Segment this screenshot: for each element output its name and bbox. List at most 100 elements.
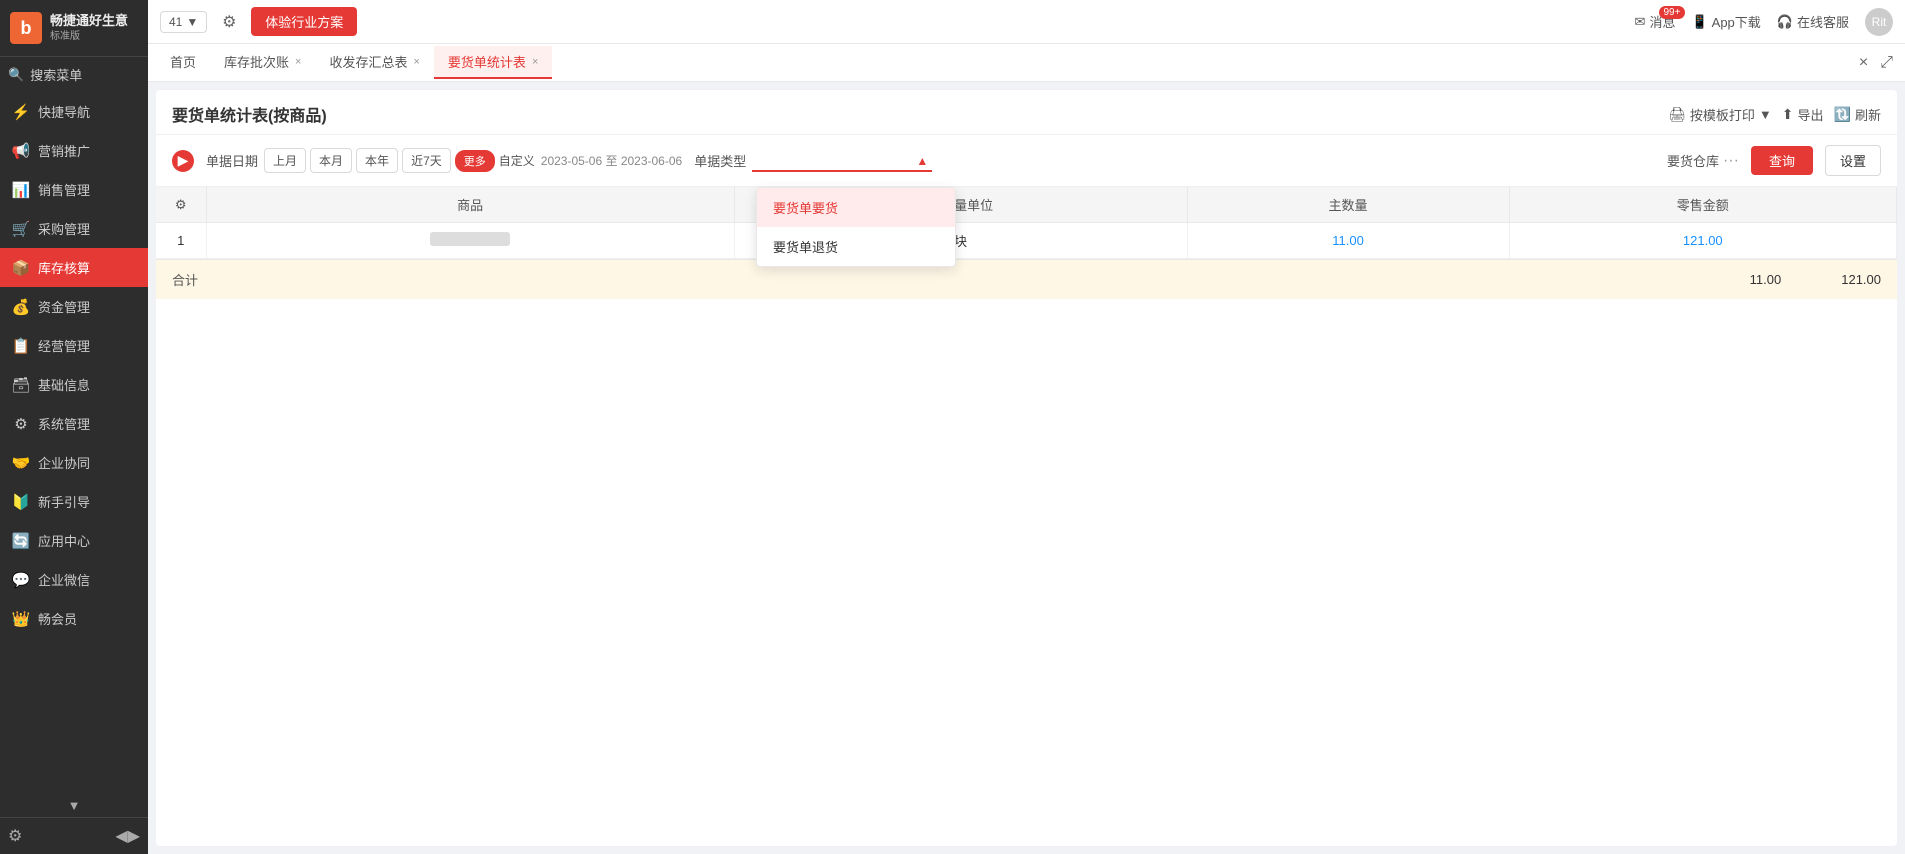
search-icon: 🔍 (8, 67, 24, 83)
member-icon: 👑 (12, 610, 30, 628)
table-row: 1 块 11.00 121.00 (156, 223, 1897, 259)
date-btn-this-year[interactable]: 本年 (356, 148, 398, 173)
trial-button[interactable]: 体验行业方案 (251, 7, 357, 36)
sidebar-item-marketing[interactable]: 📢 营销推广 (0, 131, 148, 170)
purchase-icon: 🛒 (12, 220, 30, 238)
quick-nav-icon: ⚡ (12, 103, 30, 121)
filter-bar: ▶ 单据日期 上月 本月 本年 近7天 更多 自定义 2023-05-06 至 … (156, 135, 1897, 187)
tab-home[interactable]: 首页 (156, 46, 210, 79)
system-icon: ⚙ (12, 415, 30, 433)
table-col-quantity: 主数量 (1187, 187, 1509, 223)
sidebar-search[interactable]: 🔍 搜索菜单 (0, 57, 148, 92)
marketing-icon: 📢 (12, 142, 30, 160)
tab-close-collect-summary[interactable]: × (413, 56, 419, 68)
sidebar-item-basic[interactable]: 🗃 基础信息 (0, 365, 148, 404)
sidebar-nav: ⚡ 快捷导航 📢 营销推广 📊 销售管理 🛒 采购管理 📦 库存核算 💰 (0, 92, 148, 794)
sidebar-item-sales[interactable]: 📊 销售管理 (0, 170, 148, 209)
sidebar-footer: ⚙ ◀▶ (0, 817, 148, 854)
sidebar-item-system[interactable]: ⚙ 系统管理 (0, 404, 148, 443)
tabs-actions: × ⤢ (1855, 52, 1897, 74)
table-settings-icon[interactable]: ⚙ (168, 197, 194, 213)
settings-icon[interactable]: ⚙ (8, 826, 22, 846)
print-button[interactable]: 🖨 按模板打印 ▼ (1668, 105, 1772, 124)
sidebar-item-enterprise[interactable]: 🤝 企业协同 (0, 443, 148, 482)
dropdown-item-return[interactable]: 要货单退货 (757, 227, 955, 266)
date-custom-btn[interactable]: 自定义 (499, 152, 535, 169)
tabs-bar: 首页 库存批次账 × 收发存汇总表 × 要货单统计表 × × ⤢ (148, 44, 1905, 82)
wechat-icon: 💬 (12, 571, 30, 589)
export-icon: ⬆ (1782, 106, 1794, 123)
tab-inventory-batch[interactable]: 库存批次账 × (210, 46, 315, 79)
tabs-close-all-button[interactable]: × (1855, 52, 1872, 74)
dropdown-item-yaohuo[interactable]: 要货单要货 (757, 188, 955, 227)
table-col-amount: 零售金额 (1509, 187, 1896, 223)
sidebar-item-guide[interactable]: 🔰 新手引导 (0, 482, 148, 521)
date-btn-last-7[interactable]: 近7天 (402, 148, 451, 173)
footer-amount: 121.00 (1841, 272, 1881, 287)
app-download-button[interactable]: 📱 App下载 (1691, 12, 1760, 31)
data-table: ⚙ 商品 主计量单位 主数量 零售金额 1 (156, 187, 1897, 259)
filter-type-label: 单据类型 (694, 151, 746, 170)
sidebar-item-finance[interactable]: 💰 资金管理 (0, 287, 148, 326)
date-btn-this-month[interactable]: 本月 (310, 148, 352, 173)
app-logo: b (10, 12, 42, 44)
tab-close-order-stats[interactable]: × (532, 56, 538, 68)
messages-button[interactable]: ✉ 消息 99+ (1635, 12, 1676, 31)
page-content: 要货单统计表(按商品) 🖨 按模板打印 ▼ ⬆ 导出 🔃 刷新 (156, 90, 1897, 846)
phone-icon: 📱 (1691, 14, 1707, 30)
main-area: 41 ▼ ⚙ 体验行业方案 ✉ 消息 99+ 📱 App下载 🎧 在 (148, 0, 1905, 854)
topbar-left: 41 ▼ ⚙ 体验行业方案 (160, 7, 1625, 36)
export-button[interactable]: ⬆ 导出 (1782, 105, 1824, 124)
row-quantity: 11.00 (1187, 223, 1509, 259)
filter-type-dropdown-arrow[interactable]: ▲ (916, 154, 928, 168)
store-selector[interactable]: 41 ▼ (160, 11, 207, 33)
user-avatar[interactable]: Rit (1865, 8, 1893, 36)
online-service-button[interactable]: 🎧 在线客服 (1777, 12, 1849, 31)
filter-settings-button[interactable]: 设置 (1825, 145, 1881, 176)
tab-order-stats[interactable]: 要货单统计表 × (434, 46, 552, 79)
topbar-right: ✉ 消息 99+ 📱 App下载 🎧 在线客服 Rit (1635, 8, 1893, 36)
messages-badge: 99+ (1659, 6, 1686, 19)
tabs-expand-button[interactable]: ⤢ (1876, 52, 1897, 74)
footer-quantity: 11.00 (1750, 272, 1782, 287)
sidebar-item-operations[interactable]: 📋 经营管理 (0, 326, 148, 365)
product-name-placeholder (430, 232, 510, 246)
date-btn-more[interactable]: 更多 (455, 150, 495, 172)
topbar-gear-button[interactable]: ⚙ (215, 8, 243, 36)
table-area: 要货单要货 要货单退货 ⚙ 商品 主计量单位 主数量 零售金额 (156, 187, 1897, 359)
refresh-button[interactable]: 🔃 刷新 (1834, 105, 1881, 124)
sidebar-item-inventory[interactable]: 📦 库存核算 (0, 248, 148, 287)
page-title: 要货单统计表(按商品) (172, 102, 327, 126)
filter-warehouse-group: 要货仓库 ··· (1667, 151, 1739, 170)
date-btn-last-month[interactable]: 上月 (264, 148, 306, 173)
sidebar-scroll-down[interactable]: ▼ (0, 794, 148, 817)
sidebar-item-member[interactable]: 👑 畅会员 (0, 599, 148, 638)
filter-date-label: 单据日期 (206, 151, 258, 170)
row-index: 1 (156, 223, 206, 259)
date-shortcuts: 上月 本月 本年 近7天 更多 自定义 (264, 148, 535, 173)
filter-toggle-button[interactable]: ▶ (172, 150, 194, 172)
collapse-icon[interactable]: ◀▶ (115, 826, 140, 846)
tab-collect-summary[interactable]: 收发存汇总表 × (315, 46, 433, 79)
filter-warehouse-more-btn[interactable]: ··· (1723, 152, 1739, 170)
row-quantity-link[interactable]: 11.00 (1332, 233, 1364, 248)
sidebar-item-app-center[interactable]: 🔄 应用中心 (0, 521, 148, 560)
row-amount: 121.00 (1509, 223, 1896, 259)
guide-icon: 🔰 (12, 493, 30, 511)
sidebar-item-quick-nav[interactable]: ⚡ 快捷导航 (0, 92, 148, 131)
type-dropdown-overlay: 要货单要货 要货单退货 (756, 187, 956, 267)
message-icon: ✉ (1635, 14, 1646, 30)
row-amount-link[interactable]: 121.00 (1683, 233, 1723, 248)
chevron-down-icon: ▼ (68, 798, 81, 813)
tab-close-inventory-batch[interactable]: × (295, 56, 301, 68)
operations-icon: 📋 (12, 337, 30, 355)
finance-icon: 💰 (12, 298, 30, 316)
basic-icon: 🗃 (12, 376, 30, 394)
filter-type-input[interactable] (752, 149, 932, 172)
sidebar-item-wechat[interactable]: 💬 企业微信 (0, 560, 148, 599)
query-button[interactable]: 查询 (1751, 146, 1813, 175)
sidebar-item-purchase[interactable]: 🛒 采购管理 (0, 209, 148, 248)
sidebar-header: b 畅捷通好生意 标准版 (0, 0, 148, 57)
page-header: 要货单统计表(按商品) 🖨 按模板打印 ▼ ⬆ 导出 🔃 刷新 (156, 90, 1897, 135)
dropdown-arrow-icon: ▼ (186, 15, 198, 29)
